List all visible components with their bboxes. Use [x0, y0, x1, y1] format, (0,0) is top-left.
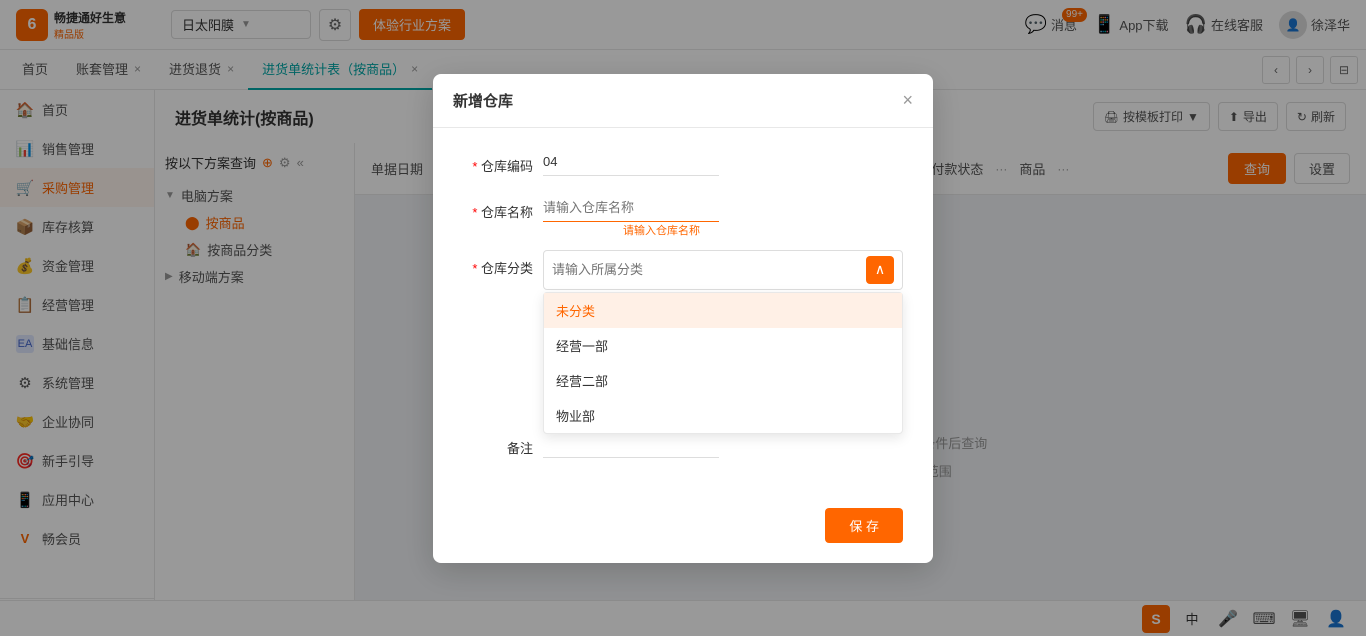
name-label: 仓库名称 — [463, 194, 543, 221]
save-button[interactable]: 保 存 — [825, 508, 903, 543]
warehouse-code-input[interactable] — [543, 148, 719, 176]
dropdown-item-0[interactable]: 未分类 — [544, 293, 902, 328]
category-input-container: ∧ — [543, 250, 903, 290]
dropdown-item-1[interactable]: 经营一部 — [544, 328, 902, 363]
name-error-msg: 请输入仓库名称 — [623, 222, 700, 238]
warehouse-name-input[interactable] — [543, 194, 719, 222]
modal-header: 新增仓库 × — [433, 74, 933, 128]
modal-add-warehouse: 新增仓库 × 仓库编码 仓库名称 请输入仓库名称 仓库分类 — [433, 74, 933, 563]
modal-overlay: 新增仓库 × 仓库编码 仓库名称 请输入仓库名称 仓库分类 — [0, 0, 1366, 636]
remark-label: 备注 — [463, 430, 543, 457]
remark-input[interactable] — [543, 430, 719, 458]
category-input[interactable] — [552, 262, 866, 277]
dropdown-item-2[interactable]: 经营二部 — [544, 363, 902, 398]
modal-footer: 保 存 — [433, 496, 933, 563]
category-label: 仓库分类 — [463, 250, 543, 277]
remark-input-wrapper — [543, 430, 903, 458]
category-toggle-btn[interactable]: ∧ — [866, 256, 894, 284]
dropdown-item-3[interactable]: 物业部 — [544, 398, 902, 433]
code-label: 仓库编码 — [463, 148, 543, 175]
modal-close-btn[interactable]: × — [902, 90, 913, 111]
form-row-remark: 备注 — [463, 430, 903, 458]
category-input-wrapper: ∧ 未分类 经营一部 经营二部 物业部 — [543, 250, 903, 290]
code-input-wrapper — [543, 148, 903, 176]
form-row-category: 仓库分类 ∧ 未分类 经营一部 经营二部 物业部 — [463, 250, 903, 290]
category-dropdown: 未分类 经营一部 经营二部 物业部 — [543, 292, 903, 434]
name-input-wrapper: 请输入仓库名称 — [543, 194, 903, 222]
modal-body: 仓库编码 仓库名称 请输入仓库名称 仓库分类 ∧ — [433, 128, 933, 496]
form-row-name: 仓库名称 请输入仓库名称 — [463, 194, 903, 222]
modal-title: 新增仓库 — [453, 90, 513, 111]
form-row-code: 仓库编码 — [463, 148, 903, 176]
